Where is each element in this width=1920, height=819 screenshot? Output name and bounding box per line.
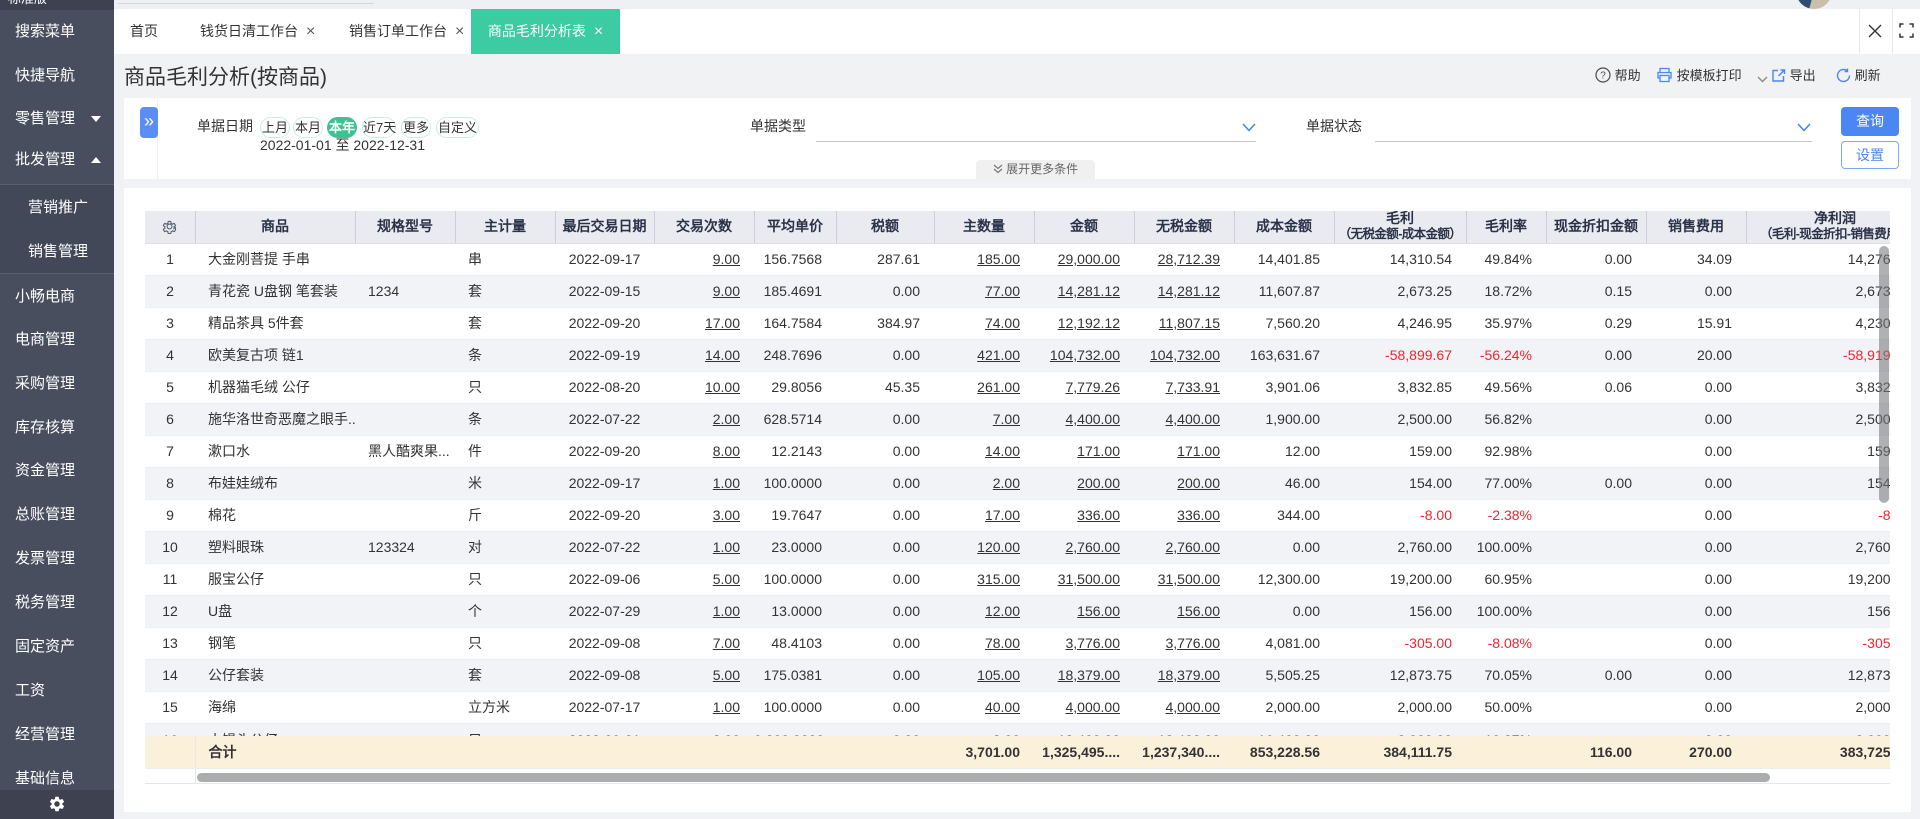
svg-text:?: ?: [1600, 71, 1606, 82]
